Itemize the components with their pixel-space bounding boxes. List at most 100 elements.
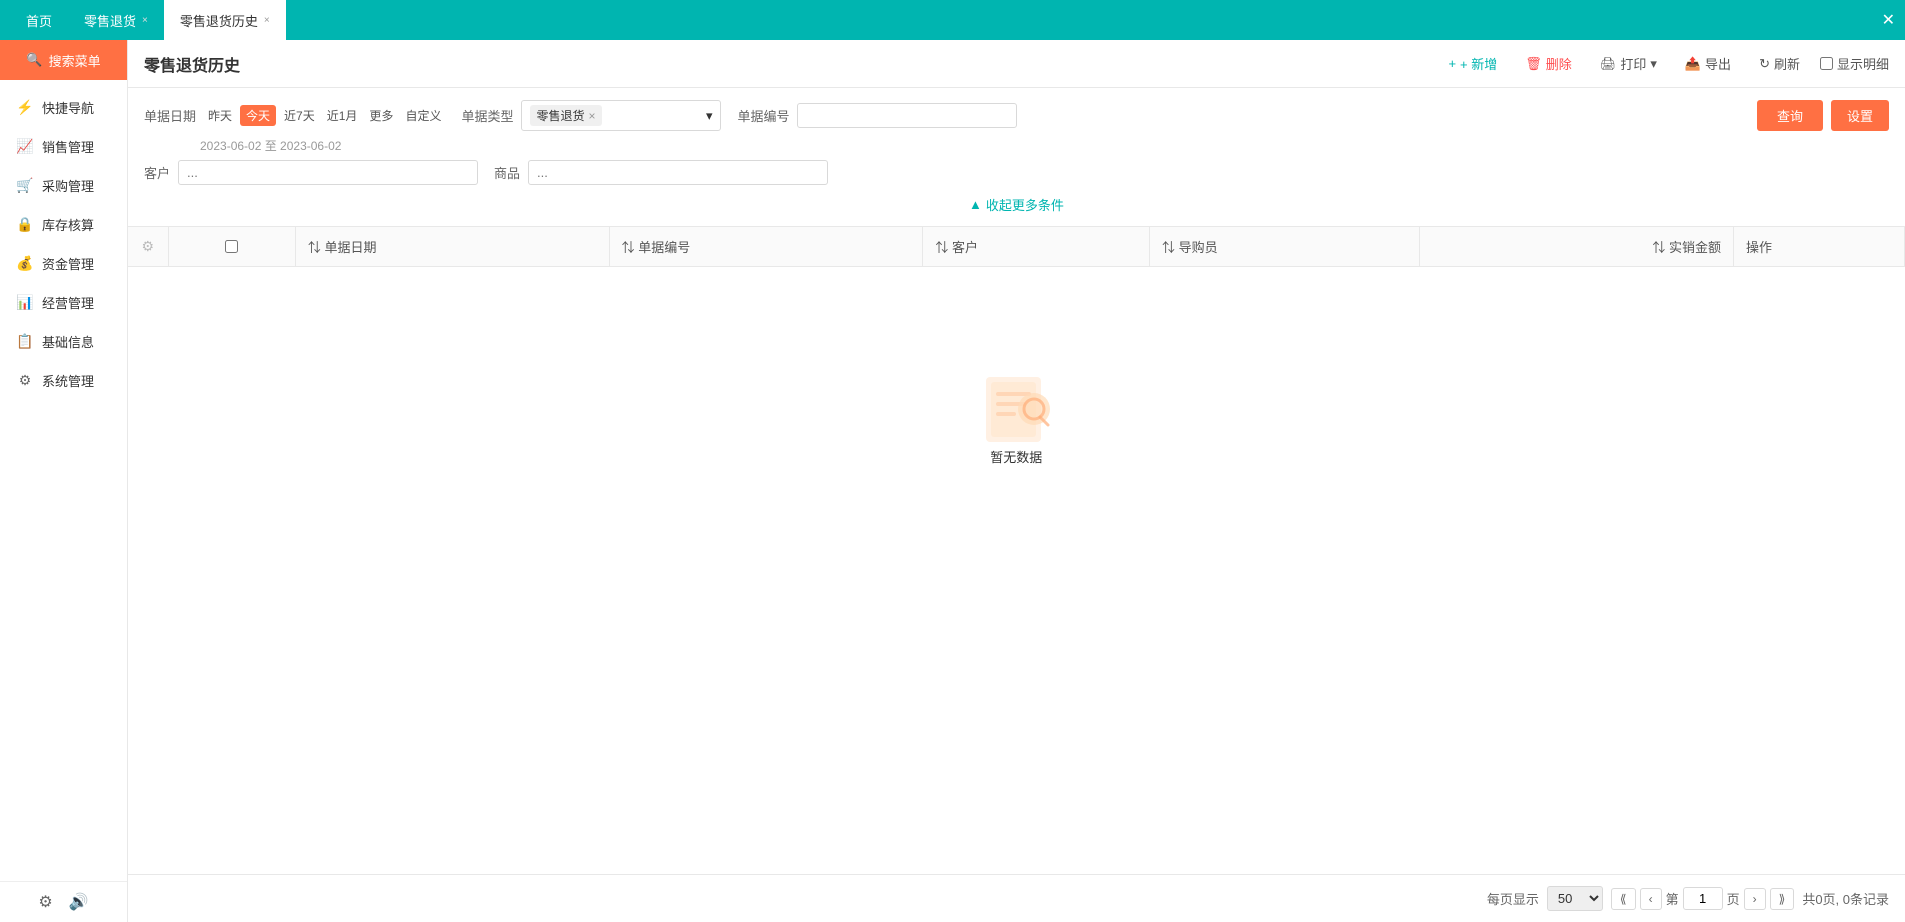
show-detail-label: 显示明细 [1837, 54, 1889, 73]
doc-number-input[interactable] [797, 103, 1017, 128]
date-range-display: 2023-06-02 至 2023-06-02 [200, 139, 341, 153]
tab-retail-return-close[interactable]: × [142, 15, 148, 26]
print-dropdown-icon: ▾ [1650, 56, 1657, 72]
refresh-button[interactable]: ↻ 刷新 [1751, 50, 1808, 77]
tab-home[interactable]: 首页 [10, 0, 68, 40]
window-close-button[interactable]: ✕ [1882, 10, 1895, 30]
th-guide-sort[interactable]: ⇅ [1162, 240, 1179, 255]
top-bar: 首页 零售退货 × 零售退货历史 × ✕ [0, 0, 1905, 40]
page-number-input[interactable] [1683, 887, 1723, 910]
th-doc-number: ⇅ 单据编号 [609, 227, 923, 267]
select-all-checkbox[interactable] [225, 240, 238, 253]
date-opt-1month[interactable]: 近1月 [323, 105, 362, 126]
sidebar-item-inventory-label: 库存核算 [42, 215, 94, 234]
tab-bar: 首页 零售退货 × 零售退货历史 × [10, 0, 1882, 40]
th-settings: ⚙ [128, 227, 168, 267]
delete-icon: 🗑 [1525, 56, 1542, 72]
new-label: + 新增 [1460, 54, 1497, 73]
print-button[interactable]: 🖨 打印 ▾ [1592, 50, 1665, 77]
collapse-button[interactable]: ▲ 收起更多条件 [969, 195, 1064, 214]
goods-filter-label: 商品 [494, 163, 520, 182]
page-size-select[interactable]: 20 50 100 [1547, 886, 1603, 911]
sidebar-item-finance[interactable]: 💰 资金管理 [0, 244, 127, 283]
sidebar-item-finance-label: 资金管理 [42, 254, 94, 273]
new-icon: + [1448, 56, 1456, 71]
th-amount-sort[interactable]: ⇅ [1652, 240, 1669, 255]
th-customer-text: 客户 [952, 240, 978, 255]
sidebar-item-purchase-mgmt[interactable]: 🛒 采购管理 [0, 166, 127, 205]
purchase-mgmt-icon: 🛒 [16, 177, 34, 195]
sidebar-item-system[interactable]: ⚙ 系统管理 [0, 361, 127, 400]
show-detail-checkbox[interactable] [1820, 57, 1833, 70]
page-title: 零售退货历史 [144, 52, 240, 76]
table-header-row: ⚙ ⇅ 单据日期 [128, 227, 1905, 267]
empty-illustration [966, 347, 1066, 447]
sidebar-settings-icon[interactable]: ⚙ [38, 892, 52, 912]
date-opt-yesterday[interactable]: 昨天 [204, 105, 236, 126]
tab-retail-return[interactable]: 零售退货 × [68, 0, 164, 40]
sidebar-item-basic-info[interactable]: 📋 基础信息 [0, 322, 127, 361]
empty-state: 暂无数据 [128, 267, 1905, 546]
print-icon: 🖨 [1600, 56, 1617, 72]
sidebar-item-quick-nav-label: 快捷导航 [42, 98, 94, 117]
table-body: 暂无数据 [128, 267, 1905, 547]
tab-retail-return-history[interactable]: 零售退货历史 × [164, 0, 286, 40]
date-opt-today[interactable]: 今天 [240, 105, 276, 126]
delete-button[interactable]: 🗑 删除 [1517, 50, 1580, 77]
th-customer-sort[interactable]: ⇅ [935, 240, 952, 255]
sidebar-item-purchase-mgmt-label: 采购管理 [42, 176, 94, 195]
export-label: 导出 [1705, 54, 1731, 73]
sidebar-item-quick-nav[interactable]: ⚡ 快捷导航 [0, 88, 127, 127]
sidebar-search-label: 搜索菜单 [49, 51, 101, 70]
show-detail-toggle[interactable]: 显示明细 [1820, 54, 1889, 73]
tab-retail-return-label: 零售退货 [84, 11, 136, 30]
date-filter-label: 单据日期 [144, 106, 196, 125]
sidebar-item-sales-mgmt[interactable]: 📈 销售管理 [0, 127, 127, 166]
th-checkbox [168, 227, 295, 267]
customer-input[interactable] [178, 160, 478, 185]
date-options: 昨天 今天 近7天 近1月 更多 自定义 [204, 105, 445, 126]
page-first-button[interactable]: ⟪ [1611, 888, 1636, 910]
export-button[interactable]: 📤 导出 [1677, 50, 1739, 77]
empty-state-cell: 暂无数据 [128, 267, 1905, 547]
sidebar-item-operations-label: 经营管理 [42, 293, 94, 312]
empty-state-row: 暂无数据 [128, 267, 1905, 547]
setting-button[interactable]: 设置 [1831, 100, 1889, 131]
goods-filter-field: 商品 [494, 160, 828, 185]
sidebar-item-sales-mgmt-label: 销售管理 [42, 137, 94, 156]
th-amount: ⇅ 实销金额 [1420, 227, 1734, 267]
page-next-button[interactable]: › [1744, 888, 1766, 910]
new-button[interactable]: + + 新增 [1440, 50, 1505, 77]
tab-retail-return-history-label: 零售退货历史 [180, 11, 258, 30]
doc-type-select[interactable]: 零售退货 × ▾ [521, 100, 721, 131]
date-opt-more[interactable]: 更多 [365, 105, 397, 126]
table-header: ⚙ ⇅ 单据日期 [128, 227, 1905, 267]
table-settings-icon[interactable]: ⚙ [141, 238, 154, 254]
operations-icon: 📊 [16, 294, 34, 312]
sidebar-search[interactable]: 🔍 搜索菜单 [0, 40, 127, 80]
page-prev-button[interactable]: ‹ [1640, 888, 1662, 910]
sales-mgmt-icon: 📈 [16, 138, 34, 156]
date-opt-7days[interactable]: 近7天 [280, 105, 319, 126]
date-opt-custom[interactable]: 自定义 [401, 105, 445, 126]
sidebar-item-basic-info-label: 基础信息 [42, 332, 94, 351]
sidebar-audio-icon[interactable]: 🔊 [69, 892, 89, 912]
th-actions: 操作 [1734, 227, 1905, 267]
table-area: ⚙ ⇅ 单据日期 [128, 227, 1905, 874]
sidebar-item-inventory[interactable]: 🔒 库存核算 [0, 205, 127, 244]
sidebar-item-operations[interactable]: 📊 经营管理 [0, 283, 127, 322]
sidebar-item-system-label: 系统管理 [42, 371, 94, 390]
goods-input[interactable] [528, 160, 828, 185]
tab-retail-return-history-close[interactable]: × [264, 15, 270, 26]
th-customer: ⇅ 客户 [923, 227, 1150, 267]
doc-type-tag-close[interactable]: × [588, 109, 595, 123]
print-label: 打印 [1620, 54, 1646, 73]
th-doc-number-sort[interactable]: ⇅ [622, 240, 639, 255]
query-button[interactable]: 查询 [1757, 100, 1823, 131]
page-nav: ⟪ ‹ 第 页 › ⟫ [1611, 887, 1794, 910]
page-label-after: 页 [1727, 889, 1740, 908]
export-icon: 📤 [1685, 56, 1701, 72]
main-layout: 🔍 搜索菜单 ⚡ 快捷导航 📈 销售管理 🛒 采购管理 🔒 库 [0, 40, 1905, 922]
basic-info-icon: 📋 [16, 333, 34, 351]
page-last-button[interactable]: ⟫ [1770, 888, 1795, 910]
